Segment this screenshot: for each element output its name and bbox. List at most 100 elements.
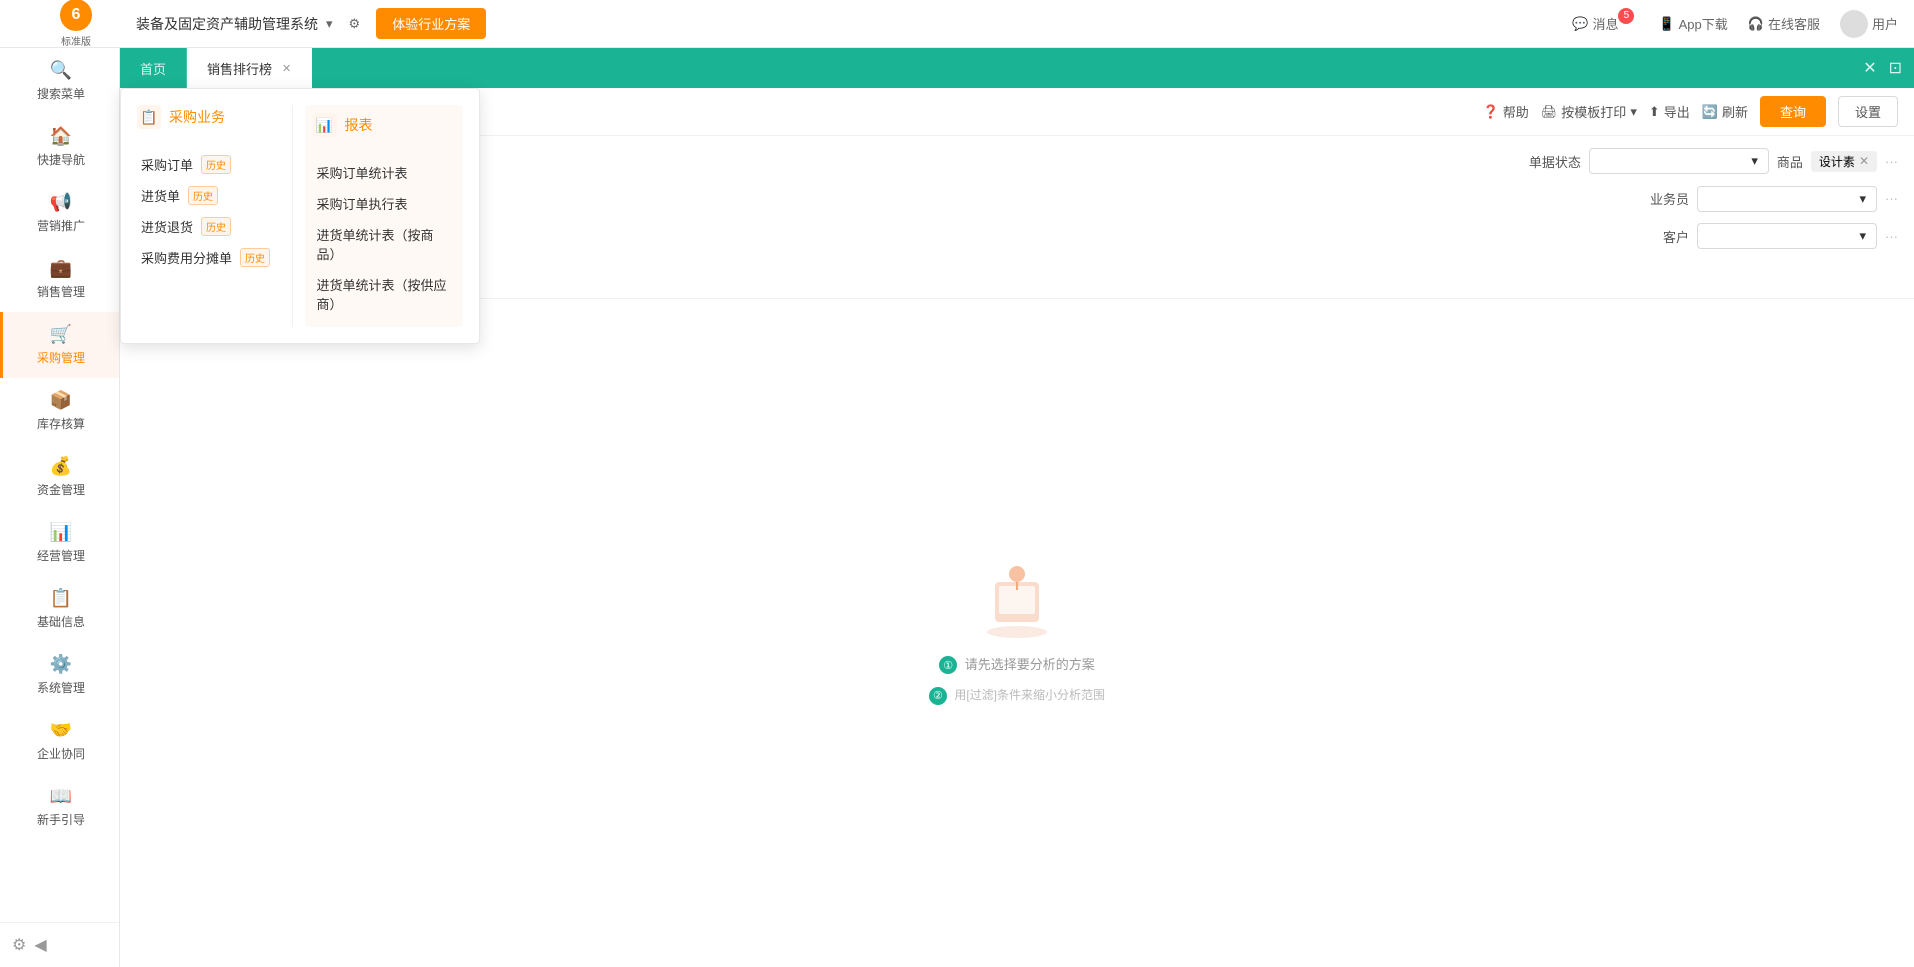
purchase-icon: 🛒 [50,324,72,345]
print-icon: 🖨 [1541,104,1558,120]
tab-home-label: 首页 [140,59,166,78]
logo-area: 6 标准版 [16,0,136,48]
empty-hint-1: ① 请先选择要分析的方案 [939,654,1095,675]
sidebar-item-nav[interactable]: 🏠 快捷导航 [0,114,119,180]
empty-hint-2: ② 用[过滤]条件来缩小分析范围 [929,686,1105,705]
customer-select[interactable]: ▾ [1697,223,1877,249]
app-download-btn[interactable]: 📱 App下载 [1658,14,1727,33]
dropdown-item-stock-stats-goods[interactable]: 进货单统计表（按商品） [313,219,456,269]
print-dropdown-icon: ▾ [1630,104,1637,120]
sidebar-item-guide-label: 新手引导 [37,811,85,828]
settings-icon[interactable]: ⚙ [349,16,361,32]
settings-btn[interactable]: 设置 [1838,96,1898,127]
sidebar-item-system-label: 系统管理 [37,679,85,696]
goods-tag-value: 设计素 [1819,153,1855,170]
sidebar-item-operations[interactable]: 📊 经营管理 [0,510,119,576]
customer-label: 客户 [1663,227,1689,246]
refresh-btn[interactable]: 🔄 刷新 [1702,102,1748,121]
dropdown-item-order-stats[interactable]: 采购订单统计表 [313,157,456,188]
sidebar-item-sales[interactable]: 💼 销售管理 [0,246,119,312]
purchase-col-title: 采购业务 [169,107,225,127]
tab-bar: 首页 销售排行榜 ✕ ✕ ⊡ [120,48,1914,88]
salesman-more-dots[interactable]: ··· [1885,191,1898,206]
dropdown-divider [292,105,293,327]
finance-icon: 💰 [50,456,72,477]
sidebar-collapse-btn[interactable]: ◀ [34,935,46,955]
sidebar-item-nav-label: 快捷导航 [37,151,85,168]
search-icon: 🔍 [50,60,72,81]
inventory-icon: 📦 [50,390,72,411]
refresh-icon: 🔄 [1702,104,1718,120]
tab-close-btn[interactable]: ✕ [1859,54,1880,82]
purchase-order-label: 采购订单 [141,155,193,174]
dropdown-item-return[interactable]: 进货退货 历史 [137,211,280,242]
cooperation-icon: 🤝 [50,720,72,741]
sidebar-bottom: ⚙ ◀ [0,922,119,967]
customer-dropdown-icon: ▾ [1859,228,1866,244]
dropdown-col-purchase-header: 📋 采购业务 [137,105,280,137]
logo-icon: 6 [60,0,92,31]
export-btn[interactable]: ⬆ 导出 [1649,102,1690,121]
goods-filter-tag: 设计素 ✕ [1811,151,1877,172]
sidebar-item-sales-label: 销售管理 [37,283,85,300]
tab-close-icon[interactable]: ✕ [282,62,291,75]
dropdown-item-stock-stats-supplier[interactable]: 进货单统计表（按供应商） [313,269,456,319]
goods-filter-label: 商品 [1777,152,1803,171]
empty-state: ① 请先选择要分析的方案 ② 用[过滤]条件来缩小分析范围 [929,562,1105,705]
messages-badge: 5 [1618,8,1634,24]
voucher-status-select[interactable]: ▾ [1589,148,1769,174]
query-btn[interactable]: 查询 [1760,96,1826,127]
industry-btn[interactable]: 体验行业方案 [376,8,486,39]
user-area[interactable]: 用户 [1840,10,1898,38]
goods-more-dots[interactable]: ··· [1885,154,1898,169]
headset-icon: 🎧 [1748,16,1764,32]
sidebar-item-marketing-label: 营销推广 [37,217,85,234]
cost-split-history-badge: 历史 [240,248,270,267]
system-icon: ⚙️ [50,654,72,675]
sidebar-item-system[interactable]: ⚙️ 系统管理 [0,642,119,708]
stock-stats-supplier-label: 进货单统计表（按供应商） [317,275,452,313]
sidebar-item-inventory[interactable]: 📦 库存核算 [0,378,119,444]
sidebar-item-search[interactable]: 🔍 搜索菜单 [0,48,119,114]
sidebar-item-purchase-label: 采购管理 [37,349,85,366]
sidebar-item-purchase[interactable]: 🛒 采购管理 [0,312,119,378]
sidebar-item-cooperation[interactable]: 🤝 企业协同 [0,708,119,774]
sidebar-item-marketing[interactable]: 📢 营销推广 [0,180,119,246]
title-dropdown-icon[interactable]: ▾ [326,16,333,32]
tab-sales-rank-label: 销售排行榜 [207,59,272,78]
marketing-icon: 📢 [50,192,72,213]
tab-home[interactable]: 首页 [120,48,187,88]
tab-expand-btn[interactable]: ⊡ [1885,54,1906,82]
sidebar-item-guide[interactable]: 📖 新手引导 [0,774,119,840]
dropdown-item-cost-split[interactable]: 采购费用分摊单 历史 [137,242,280,273]
help-btn[interactable]: ❓ 帮助 [1483,102,1529,121]
dropdown-item-stock-in[interactable]: 进货单 历史 [137,180,280,211]
sidebar-item-basic-info[interactable]: 📋 基础信息 [0,576,119,642]
dropdown-columns: 📋 采购业务 采购订单 历史 进货单 历史 进货退货 历史 采购费用分摊单 历史 [137,105,463,327]
export-icon: ⬆ [1649,104,1660,120]
dropdown-item-purchase-order[interactable]: 采购订单 历史 [137,149,280,180]
messages-btn[interactable]: 💬 消息 5 [1572,14,1638,33]
sidebar-item-basic-info-label: 基础信息 [37,613,85,630]
sidebar-item-finance-label: 资金管理 [37,481,85,498]
customer-more-dots[interactable]: ··· [1885,229,1898,244]
online-service-btn[interactable]: 🎧 在线客服 [1748,14,1820,33]
tab-sales-rank[interactable]: 销售排行榜 ✕ [187,48,312,88]
salesman-select[interactable]: ▾ [1697,186,1877,212]
print-template-btn[interactable]: 🖨 按模板打印 ▾ [1541,102,1637,121]
goods-tag-close[interactable]: ✕ [1859,154,1869,168]
dropdown-col-purchase: 📋 采购业务 采购订单 历史 进货单 历史 进货退货 历史 采购费用分摊单 历史 [137,105,280,327]
top-header: 6 标准版 装备及固定资产辅助管理系统 ▾ ⚙ 体验行业方案 💬 消息 5 📱 … [0,0,1914,48]
basic-info-icon: 📋 [50,588,72,609]
sidebar-item-finance[interactable]: 💰 资金管理 [0,444,119,510]
hint-num-1: ① [939,656,957,674]
purchase-order-history-badge: 历史 [201,155,231,174]
sidebar-settings-btn[interactable]: ⚙ [12,935,26,955]
dropdown-col-reports-header: 📊 报表 [313,113,456,145]
dropdown-item-order-exec[interactable]: 采购订单执行表 [313,188,456,219]
purchase-col-icon: 📋 [137,105,161,129]
dropdown-col-reports: 📊 报表 采购订单统计表 采购订单执行表 进货单统计表（按商品） 进货单统计表（… [305,105,464,327]
empty-state-icon [977,562,1057,642]
order-stats-label: 采购订单统计表 [317,163,408,182]
stock-in-label: 进货单 [141,186,180,205]
